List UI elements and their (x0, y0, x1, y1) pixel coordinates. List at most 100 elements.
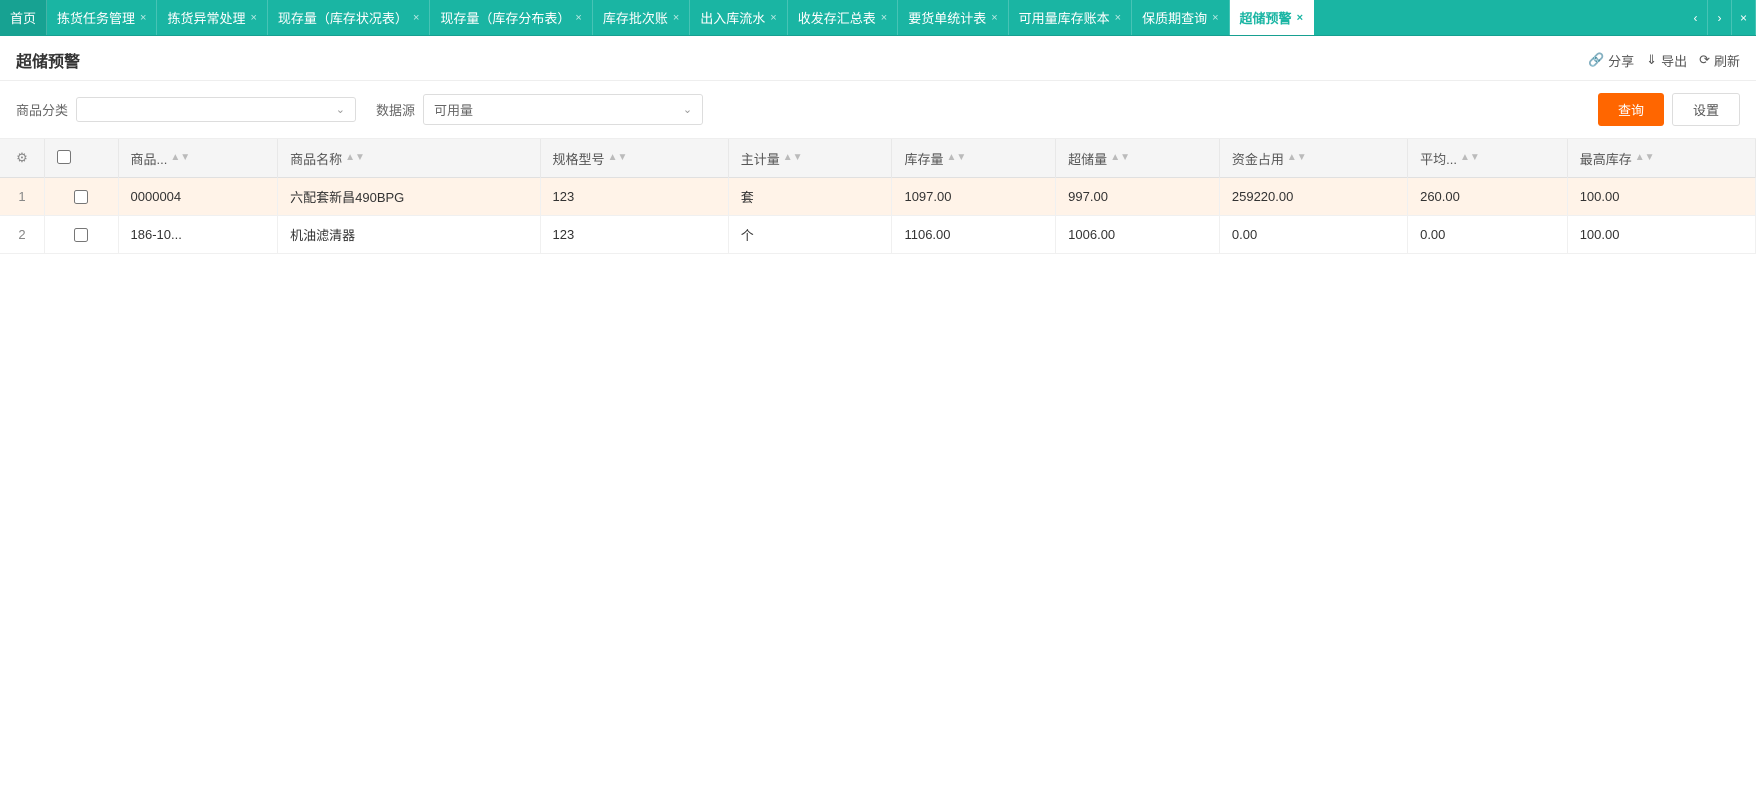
table-header-row: ⚙ 商品... ▲▼ 商品名称 ▲▼ (0, 139, 1756, 178)
overstock-table: ⚙ 商品... ▲▼ 商品名称 ▲▼ (0, 139, 1756, 254)
page-title: 超储预警 (16, 48, 80, 72)
header-actions: 🔗 分享 ⇓ 导出 ⟳ 刷新 (1588, 51, 1740, 70)
nav-item-abnormal[interactable]: 拣货异常处理 × (157, 0, 267, 35)
nav-arrow-close[interactable]: × (1732, 0, 1756, 36)
nav-close-order-stat[interactable]: × (991, 12, 997, 24)
col-max-stock: 最高库存 ▲▼ (1567, 139, 1755, 178)
col-checkbox (45, 139, 119, 178)
datasource-value: 可用量 (434, 100, 473, 119)
nav-close-avail[interactable]: × (1115, 12, 1121, 24)
col-stock-qty: 库存量 ▲▼ (892, 139, 1056, 178)
sort-icon-stock-qty: ▲▼ (946, 153, 966, 163)
nav-close-batch[interactable]: × (673, 12, 679, 24)
row-stock-qty-0: 1097.00 (892, 178, 1056, 216)
nav-arrows: ‹ › × (1684, 0, 1756, 36)
query-button[interactable]: 查询 (1598, 93, 1664, 126)
row-max-stock-1: 100.00 (1567, 216, 1755, 254)
category-select[interactable]: ⌄ (76, 97, 356, 122)
row-checkbox-cell-1 (45, 216, 119, 254)
select-all-checkbox[interactable] (57, 150, 71, 164)
refresh-button[interactable]: ⟳ 刷新 (1699, 51, 1740, 70)
row-stock-qty-1: 1106.00 (892, 216, 1056, 254)
datasource-select[interactable]: 可用量 ⌄ (423, 94, 703, 125)
datasource-filter-group: 数据源 可用量 ⌄ (376, 94, 703, 125)
nav-close-abnormal[interactable]: × (250, 12, 256, 24)
nav-arrow-left[interactable]: ‹ (1684, 0, 1708, 36)
row-goods-code-0: 0000004 (118, 178, 278, 216)
row-checkbox-cell-0 (45, 178, 119, 216)
nav-item-batch[interactable]: 库存批次账 × (593, 0, 690, 35)
row-over-qty-1: 1006.00 (1056, 216, 1220, 254)
sort-icon-goods-name: ▲▼ (345, 153, 365, 163)
category-label: 商品分类 (16, 100, 68, 119)
row-goods-name-1: 机油滤清器 (278, 216, 540, 254)
export-button[interactable]: ⇓ 导出 (1646, 51, 1687, 70)
sort-icon-avg: ▲▼ (1460, 153, 1480, 163)
chevron-down-icon2: ⌄ (683, 103, 692, 116)
row-seq-1: 2 (0, 216, 45, 254)
nav-item-avail[interactable]: 可用量库存账本 × (1009, 0, 1132, 35)
col-spec: 规格型号 ▲▼ (540, 139, 728, 178)
row-over-qty-0: 997.00 (1056, 178, 1220, 216)
nav-close-collect[interactable]: × (881, 12, 887, 24)
col-goods-code: 商品... ▲▼ (118, 139, 278, 178)
sort-icon-capital-occ: ▲▼ (1287, 153, 1307, 163)
page-content: 超储预警 🔗 分享 ⇓ 导出 ⟳ 刷新 商品分类 ⌄ 数据源 (0, 36, 1756, 800)
col-unit: 主计量 ▲▼ (728, 139, 892, 178)
row-goods-name-0: 六配套新昌490BPG (278, 178, 540, 216)
nav-close-stock-dist[interactable]: × (575, 12, 581, 24)
nav-item-stock-status[interactable]: 现存量（库存状况表） × (268, 0, 430, 35)
nav-item-overstock[interactable]: 超储预警 × (1230, 0, 1314, 35)
gear-icon[interactable]: ⚙ (12, 148, 32, 168)
row-checkbox-1[interactable] (74, 228, 88, 242)
row-spec-1: 123 (540, 216, 728, 254)
nav-close-quality[interactable]: × (1212, 12, 1218, 24)
row-spec-0: 123 (540, 178, 728, 216)
nav-item-order-stat[interactable]: 要货单统计表 × (898, 0, 1008, 35)
col-avg: 平均... ▲▼ (1408, 139, 1568, 178)
nav-close-stock-status[interactable]: × (413, 12, 419, 24)
table-row: 2 186-10... 机油滤清器 123 个 1106.00 1006.00 … (0, 216, 1756, 254)
nav-item-quality[interactable]: 保质期查询 × (1132, 0, 1229, 35)
nav-close-inout[interactable]: × (770, 12, 776, 24)
row-unit-0: 套 (728, 178, 892, 216)
filter-actions: 查询 设置 (1598, 93, 1740, 126)
row-seq-0: 1 (0, 178, 45, 216)
sort-icon-unit: ▲▼ (783, 153, 803, 163)
nav-item-stock-dist[interactable]: 现存量（库存分布表） × (430, 0, 592, 35)
nav-item-inout[interactable]: 出入库流水 × (690, 0, 787, 35)
nav-close-overstock[interactable]: × (1297, 12, 1303, 24)
col-capital-occ: 资金占用 ▲▼ (1219, 139, 1407, 178)
category-filter-group: 商品分类 ⌄ (16, 97, 356, 122)
page-header: 超储预警 🔗 分享 ⇓ 导出 ⟳ 刷新 (0, 36, 1756, 81)
row-capital-occ-0: 259220.00 (1219, 178, 1407, 216)
col-over-qty: 超储量 ▲▼ (1056, 139, 1220, 178)
sort-icon-spec: ▲▼ (608, 153, 628, 163)
nav-close-task-mgmt[interactable]: × (140, 12, 146, 24)
datasource-label: 数据源 (376, 100, 415, 119)
sort-icon-max-stock: ▲▼ (1635, 153, 1655, 163)
nav-item-collect[interactable]: 收发存汇总表 × (788, 0, 898, 35)
row-avg-0: 260.00 (1408, 178, 1568, 216)
row-max-stock-0: 100.00 (1567, 178, 1755, 216)
settings-button[interactable]: 设置 (1672, 93, 1740, 126)
chevron-down-icon: ⌄ (336, 103, 345, 116)
nav-item-task-mgmt[interactable]: 拣货任务管理 × (47, 0, 157, 35)
refresh-icon: ⟳ (1699, 52, 1710, 68)
nav-arrow-right[interactable]: › (1708, 0, 1732, 36)
row-avg-1: 0.00 (1408, 216, 1568, 254)
share-button[interactable]: 🔗 分享 (1588, 51, 1634, 70)
share-icon: 🔗 (1588, 52, 1604, 68)
col-gear: ⚙ (0, 139, 45, 178)
row-capital-occ-1: 0.00 (1219, 216, 1407, 254)
nav-item-home[interactable]: 首页 (0, 0, 47, 35)
export-icon: ⇓ (1646, 52, 1657, 68)
filter-area: 商品分类 ⌄ 数据源 可用量 ⌄ 查询 设置 (0, 81, 1756, 139)
table-row: 1 0000004 六配套新昌490BPG 123 套 1097.00 997.… (0, 178, 1756, 216)
row-unit-1: 个 (728, 216, 892, 254)
sort-icon-over-qty: ▲▼ (1110, 153, 1130, 163)
row-checkbox-0[interactable] (74, 190, 88, 204)
row-goods-code-1: 186-10... (118, 216, 278, 254)
sort-icon-goods-code: ▲▼ (170, 153, 190, 163)
col-goods-name: 商品名称 ▲▼ (278, 139, 540, 178)
